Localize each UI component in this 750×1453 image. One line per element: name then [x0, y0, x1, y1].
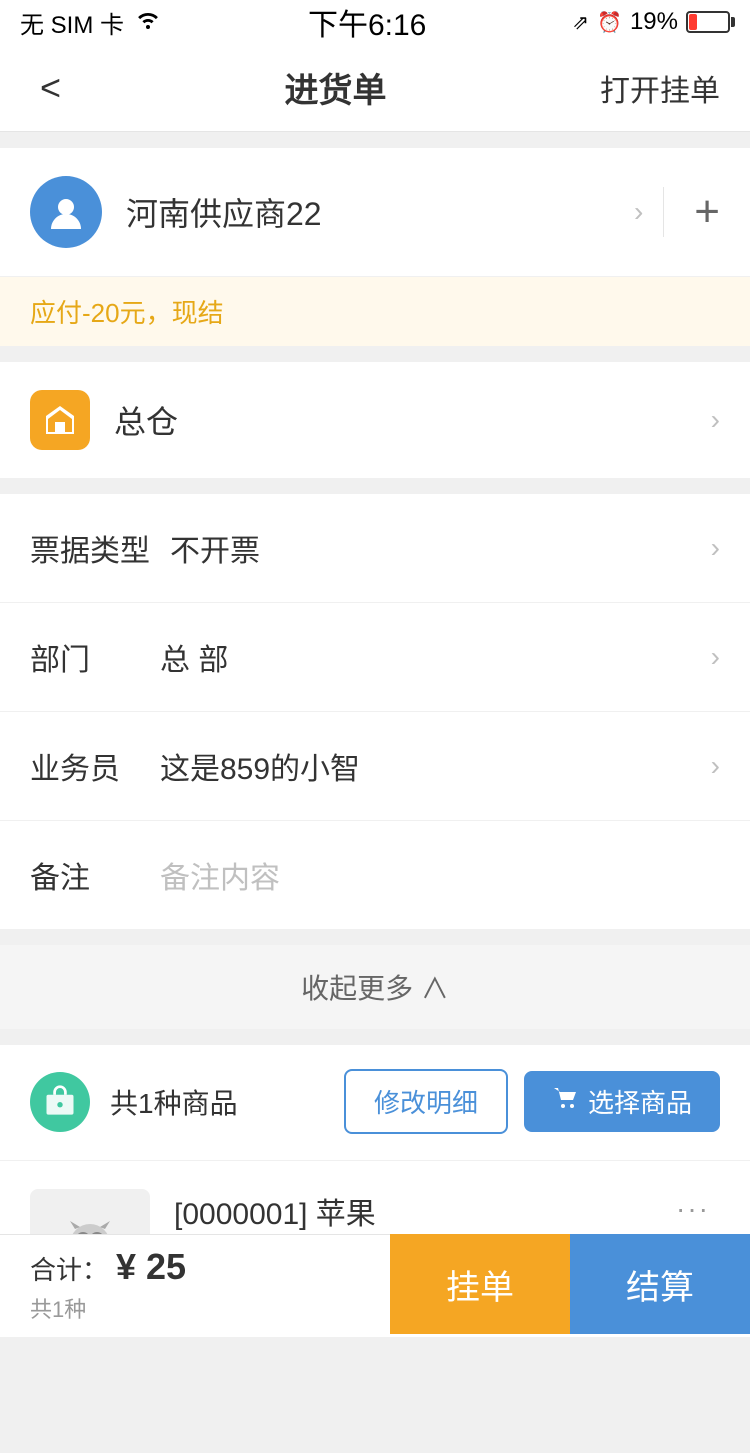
- warehouse-row[interactable]: 总仓 ›: [0, 362, 750, 478]
- battery-icon: [686, 11, 730, 33]
- open-suspend-button[interactable]: 打开挂单: [600, 66, 720, 110]
- add-supplier-button[interactable]: +: [694, 190, 720, 234]
- invoice-type-chevron-icon: ›: [711, 532, 720, 564]
- department-label: 部门: [30, 635, 140, 679]
- total-amount: ¥ 25: [116, 1246, 186, 1288]
- supplier-row[interactable]: 河南供应商22 › +: [0, 148, 750, 277]
- total-count: 共1种: [30, 1292, 360, 1324]
- warehouse-section: 总仓 ›: [0, 362, 750, 478]
- product-name: [0000001] 苹果: [174, 1189, 666, 1233]
- back-button[interactable]: <: [30, 57, 71, 119]
- salesman-label: 业务员: [30, 744, 140, 788]
- product-title: 苹果: [316, 1198, 376, 1231]
- department-value: 总 部: [140, 635, 711, 679]
- suspend-button[interactable]: 挂单: [390, 1234, 570, 1334]
- supplier-name: 河南供应商22: [126, 189, 634, 235]
- supplier-section: 河南供应商22 › + 应付-20元，现结: [0, 148, 750, 346]
- battery-percent: 19%: [630, 8, 678, 36]
- salesman-row[interactable]: 业务员 这是859的小智 ›: [0, 712, 750, 821]
- page-title: 进货单: [285, 63, 387, 112]
- edit-detail-button[interactable]: 修改明细: [344, 1069, 508, 1134]
- warehouse-name: 总仓: [114, 397, 711, 443]
- product-more-button[interactable]: ···: [666, 1189, 720, 1229]
- supplier-avatar: [30, 176, 102, 248]
- products-icon: [30, 1072, 90, 1132]
- department-row[interactable]: 部门 总 部 ›: [0, 603, 750, 712]
- salesman-chevron-icon: ›: [711, 750, 720, 782]
- form-section: 票据类型 不开票 › 部门 总 部 › 业务员 这是859的小智 › 备注 备注…: [0, 494, 750, 929]
- select-product-button[interactable]: 选择商品: [524, 1071, 720, 1132]
- invoice-type-value: 不开票: [150, 526, 711, 570]
- status-bar-left: 无 SIM 卡: [20, 5, 162, 40]
- divider: [663, 187, 664, 237]
- wifi-icon: [134, 8, 162, 36]
- supplier-chevron-icon: ›: [634, 196, 643, 228]
- invoice-type-row[interactable]: 票据类型 不开票 ›: [0, 494, 750, 603]
- select-product-label: 选择商品: [588, 1083, 692, 1120]
- total-label-text: 合计：: [30, 1250, 108, 1287]
- cart-icon: [552, 1086, 580, 1117]
- status-bar-right: ⇗ ⏰ 19%: [572, 8, 730, 36]
- warehouse-chevron-icon: ›: [711, 404, 720, 436]
- nav-bar: < 进货单 打开挂单: [0, 44, 750, 132]
- total-label: 合计： ¥ 25: [30, 1246, 360, 1288]
- remark-value[interactable]: 备注内容: [140, 853, 720, 897]
- product-code: [0000001]: [174, 1198, 316, 1231]
- status-bar-time: 下午6:16: [308, 0, 426, 44]
- salesman-value: 这是859的小智: [140, 744, 711, 788]
- department-chevron-icon: ›: [711, 641, 720, 673]
- status-bar: 无 SIM 卡 下午6:16 ⇗ ⏰ 19%: [0, 0, 750, 44]
- supplier-notice: 应付-20元，现结: [0, 277, 750, 346]
- alarm-icon: ⏰: [597, 10, 622, 35]
- carrier-label: 无 SIM 卡: [20, 5, 124, 40]
- collapse-row[interactable]: 收起更多 ∧: [0, 945, 750, 1029]
- remark-label: 备注: [30, 853, 140, 897]
- products-header: 共1种商品 修改明细 选择商品: [0, 1045, 750, 1158]
- warehouse-icon: [30, 390, 90, 450]
- invoice-type-label: 票据类型: [30, 526, 150, 570]
- total-section: 合计： ¥ 25 共1种: [0, 1234, 390, 1334]
- bottom-bar: 合计： ¥ 25 共1种 挂单 结算: [0, 1234, 750, 1334]
- checkout-button[interactable]: 结算: [570, 1234, 750, 1334]
- location-icon: ⇗: [572, 10, 589, 35]
- remark-row[interactable]: 备注 备注内容: [0, 821, 750, 929]
- products-count: 共1种商品: [110, 1082, 344, 1122]
